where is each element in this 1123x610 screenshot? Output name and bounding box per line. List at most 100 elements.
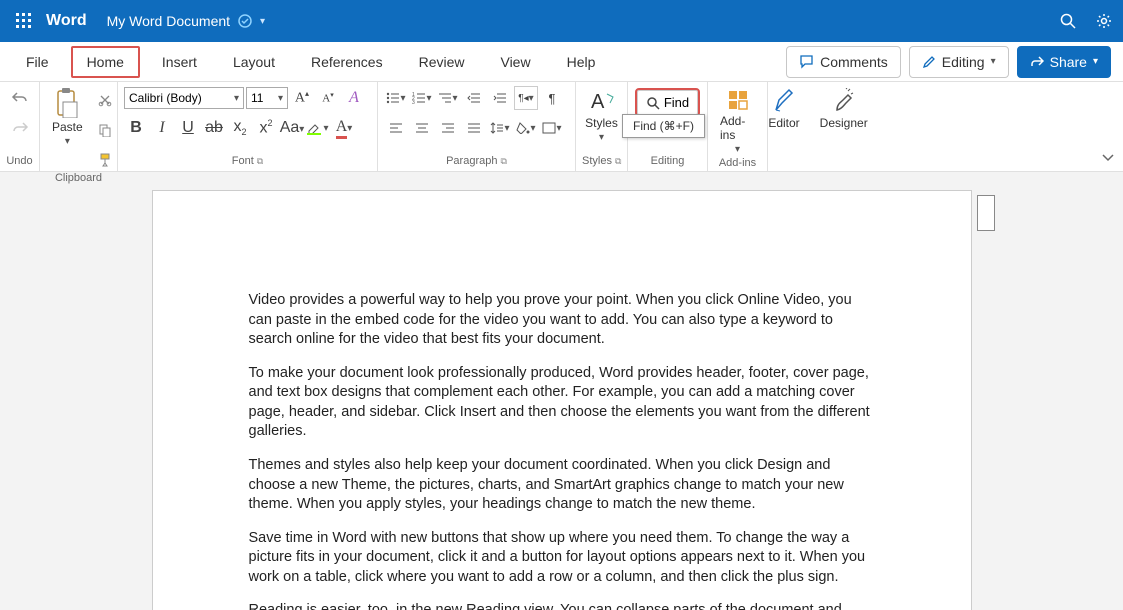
designer-label: Designer <box>820 116 868 130</box>
font-name-value: Calibri (Body) <box>129 91 202 105</box>
font-color-button[interactable]: A▾ <box>332 116 356 140</box>
subscript-button[interactable]: x2 <box>228 116 252 140</box>
editor-label: Editor <box>768 116 799 130</box>
show-marks-button[interactable]: ¶ <box>540 86 564 110</box>
tab-file[interactable]: File <box>12 42 63 82</box>
editing-group-label: Editing <box>634 155 701 169</box>
tab-references[interactable]: References <box>297 42 397 82</box>
styles-icon: A <box>589 88 615 114</box>
paragraph[interactable]: Themes and styles also help keep your do… <box>249 456 875 515</box>
chevron-down-icon[interactable]: ▾ <box>260 16 265 27</box>
editing-mode-button[interactable]: Editing ▾ <box>909 46 1009 78</box>
styles-label: Styles <box>585 116 618 130</box>
saved-icon <box>238 14 252 28</box>
borders-button[interactable]: ▾ <box>540 116 564 140</box>
app-launcher-icon[interactable] <box>10 7 38 35</box>
addins-button[interactable]: Add-ins ▾ <box>714 86 761 157</box>
font-name-combo[interactable]: Calibri (Body)▾ <box>124 87 244 109</box>
undo-button[interactable] <box>8 86 32 110</box>
settings-gear-icon[interactable] <box>1095 12 1113 30</box>
document-name: My Word Document <box>107 13 230 29</box>
ribbon-group-editing: Find Find (⌘+F) Editing <box>628 82 708 171</box>
bold-button[interactable]: B <box>124 116 148 140</box>
format-painter-button[interactable] <box>93 148 117 172</box>
multilevel-list-button[interactable]: ▾ <box>436 86 460 110</box>
align-left-button[interactable] <box>384 116 408 140</box>
document-page[interactable]: Video provides a powerful way to help yo… <box>152 190 972 610</box>
strikethrough-button[interactable]: ab <box>202 116 226 140</box>
ribbon-group-tools: Editor Designer <box>768 82 868 171</box>
clipboard-icon <box>55 88 79 118</box>
change-case-button[interactable]: Aa▾ <box>280 116 304 140</box>
underline-button[interactable]: U <box>176 116 200 140</box>
text-direction-button[interactable]: ¶◂▾ <box>514 86 538 110</box>
paste-button[interactable]: Paste ▾ <box>46 86 89 149</box>
document-title[interactable]: My Word Document ▾ <box>107 13 265 29</box>
styles-button[interactable]: A Styles ▾ <box>579 86 624 145</box>
justify-button[interactable] <box>462 116 486 140</box>
editing-label: Editing <box>942 54 985 70</box>
comments-button[interactable]: Comments <box>786 46 901 78</box>
shading-button[interactable]: ▾ <box>514 116 538 140</box>
ribbon-group-clipboard: Paste ▾ Clipboard <box>40 82 118 171</box>
dialog-launcher-icon[interactable]: ⧉ <box>500 156 506 166</box>
paragraph[interactable]: Reading is easier, too, in the new Readi… <box>249 601 875 610</box>
align-center-button[interactable] <box>410 116 434 140</box>
addins-icon <box>726 88 750 112</box>
addins-label: Add-ins <box>720 114 755 142</box>
grow-font-button[interactable]: A▴ <box>290 86 314 110</box>
shrink-font-button[interactable]: A▾ <box>316 86 340 110</box>
search-icon[interactable] <box>1059 12 1077 30</box>
ribbon-group-undo: Undo <box>0 82 40 171</box>
paragraph[interactable]: To make your document look professionall… <box>249 364 875 442</box>
find-button[interactable]: Find <box>637 90 698 115</box>
superscript-button[interactable]: x2 <box>254 116 278 140</box>
tab-review[interactable]: Review <box>405 42 479 82</box>
find-label: Find <box>664 95 689 110</box>
tab-home[interactable]: Home <box>71 46 140 78</box>
tab-layout[interactable]: Layout <box>219 42 289 82</box>
dialog-launcher-icon[interactable]: ⧉ <box>615 156 621 166</box>
bullets-button[interactable]: ▾ <box>384 86 408 110</box>
font-group-label: Font⧉ <box>124 155 371 169</box>
cut-button[interactable] <box>93 88 117 112</box>
increase-indent-button[interactable] <box>488 86 512 110</box>
redo-button[interactable] <box>8 116 32 140</box>
align-right-button[interactable] <box>436 116 460 140</box>
ribbon-tabs: File Home Insert Layout References Revie… <box>0 42 1123 82</box>
app-name: Word <box>46 12 87 30</box>
italic-button[interactable]: I <box>150 116 174 140</box>
editor-button[interactable]: Editor <box>762 86 805 132</box>
chevron-down-icon: ▾ <box>991 56 996 67</box>
designer-button[interactable]: Designer <box>814 86 874 132</box>
dialog-launcher-icon[interactable]: ⧉ <box>257 156 263 166</box>
decrease-indent-button[interactable] <box>462 86 486 110</box>
paragraph[interactable]: Save time in Word with new buttons that … <box>249 529 875 588</box>
titlebar: Word My Word Document ▾ <box>0 0 1123 42</box>
ribbon-group-addins: Add-ins ▾ Add-ins <box>708 82 768 171</box>
tab-help[interactable]: Help <box>553 42 610 82</box>
paragraph-group-label: Paragraph⧉ <box>384 155 569 169</box>
highlight-button[interactable]: ▾ <box>306 116 330 140</box>
copy-button[interactable] <box>93 118 117 142</box>
chevron-down-icon: ▾ <box>1093 56 1098 67</box>
page-edge-marker <box>977 195 995 231</box>
font-size-value: 11 <box>251 91 263 105</box>
font-size-combo[interactable]: 11▾ <box>246 87 288 109</box>
share-button[interactable]: Share ▾ <box>1017 46 1111 78</box>
editor-icon <box>773 88 795 114</box>
tab-view[interactable]: View <box>486 42 544 82</box>
line-spacing-button[interactable]: ▾ <box>488 116 512 140</box>
document-canvas[interactable]: Video provides a powerful way to help yo… <box>0 172 1123 610</box>
search-icon <box>646 96 660 110</box>
chevron-down-icon: ▾ <box>599 132 604 143</box>
numbering-button[interactable]: 123▾ <box>410 86 434 110</box>
share-label: Share <box>1050 54 1087 70</box>
svg-text:3: 3 <box>412 100 415 104</box>
undo-group-label: Undo <box>6 155 33 169</box>
tab-insert[interactable]: Insert <box>148 42 211 82</box>
collapse-ribbon-button[interactable] <box>1101 149 1115 167</box>
paragraph[interactable]: Video provides a powerful way to help yo… <box>249 291 875 350</box>
ribbon-group-font: Calibri (Body)▾ 11▾ A▴ A▾ A B I U ab x2 … <box>118 82 378 171</box>
clear-formatting-button[interactable]: A <box>342 86 366 110</box>
